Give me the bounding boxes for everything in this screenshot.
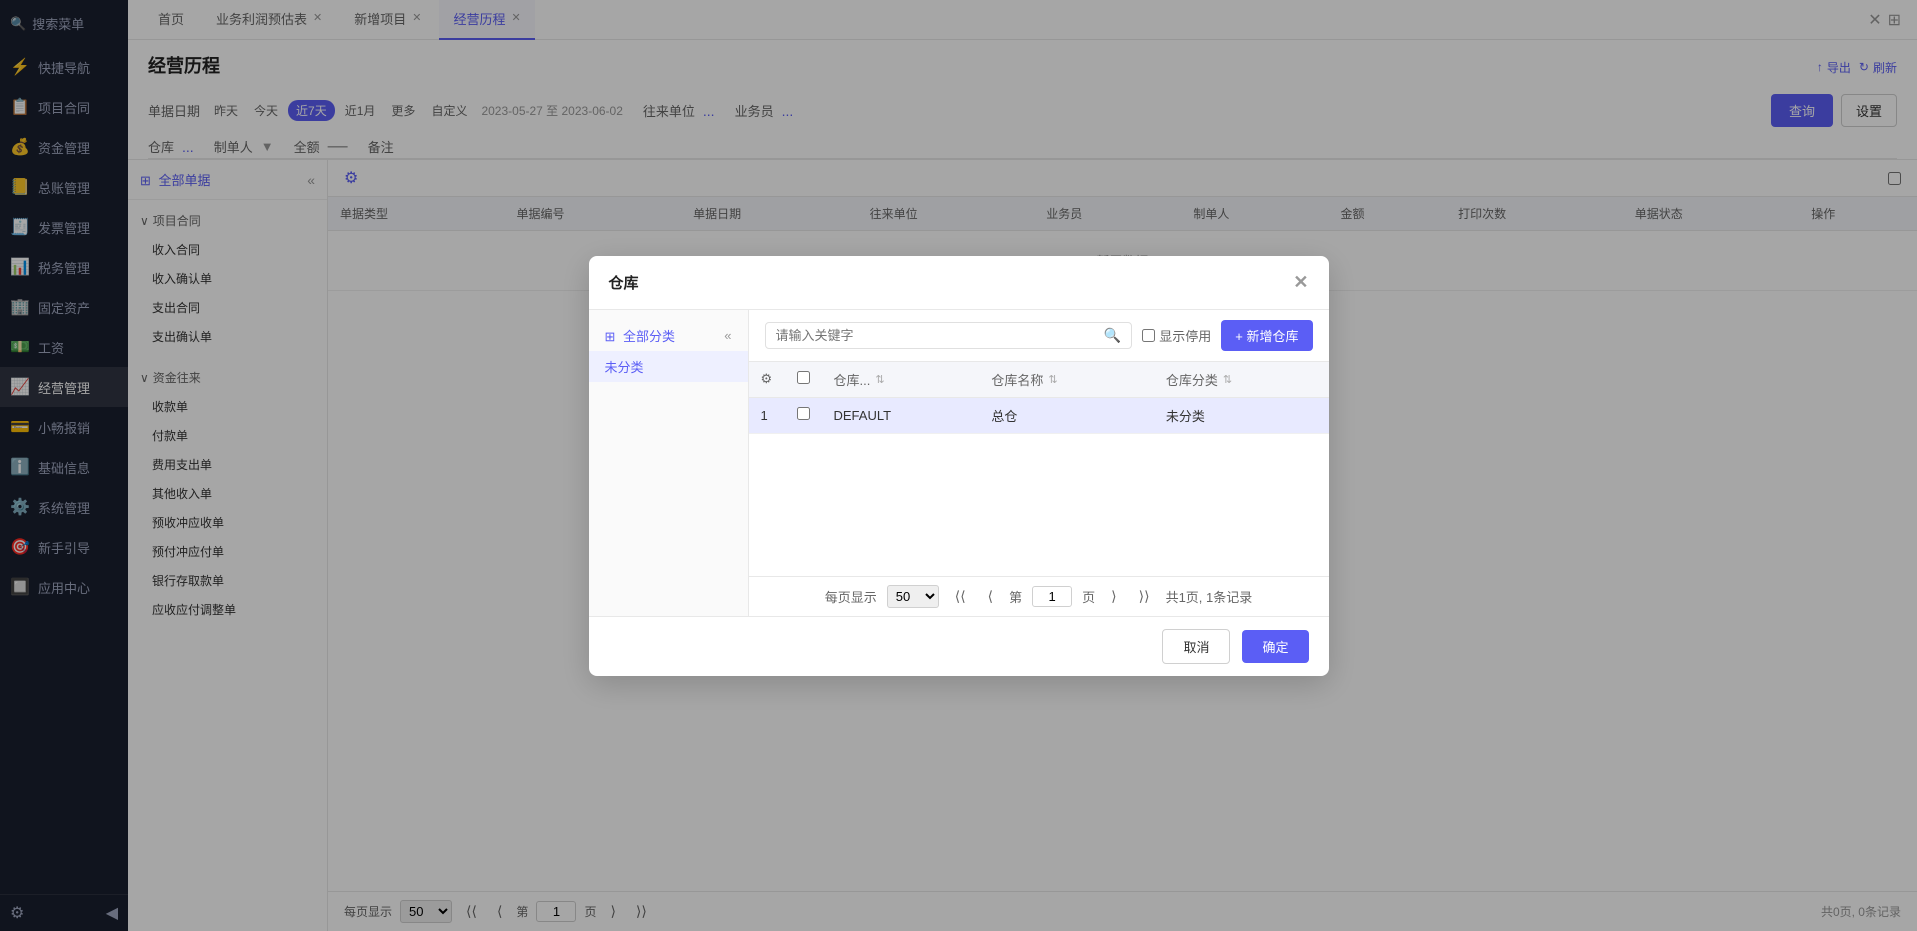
- modal-first-btn[interactable]: ⟨⟨: [949, 586, 972, 607]
- modal-row-checkbox[interactable]: [785, 397, 822, 433]
- modal-prev-btn[interactable]: ⟨: [982, 586, 999, 607]
- modal-th-name[interactable]: 仓库名称 ⇅: [979, 362, 1154, 398]
- th-name-sort[interactable]: 仓库名称 ⇅: [991, 370, 1142, 389]
- modal-left-header[interactable]: ⊞ 全部分类 «: [589, 320, 748, 351]
- th-settings-icon[interactable]: ⚙: [761, 371, 773, 386]
- modal-row-category: 未分类: [1154, 397, 1329, 433]
- modal-left-toggle[interactable]: «: [724, 328, 731, 343]
- modal-select-all[interactable]: [797, 371, 810, 384]
- warehouse-modal: 仓库 ✕ ⊞ 全部分类 « 未分类: [589, 256, 1329, 676]
- modal-next-btn[interactable]: ⟩: [1105, 586, 1122, 607]
- modal-search-input[interactable]: [776, 328, 1098, 343]
- modal-title: 仓库: [609, 272, 639, 293]
- modal-body: ⊞ 全部分类 « 未分类 🔍 显: [589, 310, 1329, 616]
- modal-close-button[interactable]: ✕: [1293, 273, 1308, 291]
- modal-search-wrap[interactable]: 🔍: [765, 322, 1133, 349]
- modal-row-id: 1: [749, 397, 785, 433]
- modal-total-text: 共1页, 1条记录: [1166, 587, 1253, 606]
- modal-row-code: DEFAULT: [822, 397, 980, 433]
- modal-overlay[interactable]: 仓库 ✕ ⊞ 全部分类 « 未分类: [0, 0, 1917, 931]
- modal-row-name: 总仓: [979, 397, 1154, 433]
- th-code-sort[interactable]: 仓库... ⇅: [834, 370, 968, 389]
- modal-category-uncategorized[interactable]: 未分类: [589, 351, 748, 382]
- add-warehouse-button[interactable]: + 新增仓库: [1221, 320, 1312, 351]
- modal-right-panel: 🔍 显示停用 + 新增仓库 ⚙: [749, 310, 1329, 616]
- modal-all-categories-label: ⊞ 全部分类: [605, 326, 676, 345]
- modal-table-row[interactable]: 1 DEFAULT 总仓 未分类: [749, 397, 1329, 433]
- modal-th-settings: ⚙: [749, 362, 785, 398]
- modal-search-icon: 🔍: [1104, 327, 1121, 344]
- cancel-button[interactable]: 取消: [1162, 629, 1230, 664]
- modal-th-checkbox: [785, 362, 822, 398]
- modal-toolbar: 🔍 显示停用 + 新增仓库: [749, 310, 1329, 362]
- modal-last-btn[interactable]: ⟩⟩: [1133, 586, 1156, 607]
- modal-per-page-select[interactable]: 50 100: [887, 585, 939, 608]
- modal-page-input[interactable]: [1032, 586, 1072, 607]
- modal-th-category[interactable]: 仓库分类 ⇅: [1154, 362, 1329, 398]
- modal-th-code[interactable]: 仓库... ⇅: [822, 362, 980, 398]
- modal-warehouse-table: ⚙ 仓库... ⇅: [749, 362, 1329, 434]
- modal-row-select[interactable]: [797, 407, 810, 420]
- show-disabled-label[interactable]: 显示停用: [1142, 326, 1211, 345]
- modal-header: 仓库 ✕: [589, 256, 1329, 310]
- modal-table-wrap: ⚙ 仓库... ⇅: [749, 362, 1329, 576]
- confirm-button[interactable]: 确定: [1242, 630, 1308, 663]
- modal-pagination: 每页显示 50 100 ⟨⟨ ⟨ 第 页 ⟩ ⟩⟩ 共1页, 1条记录: [749, 576, 1329, 616]
- th-category-sort[interactable]: 仓库分类 ⇅: [1166, 370, 1317, 389]
- modal-footer: 取消 确定: [589, 616, 1329, 676]
- modal-left-panel: ⊞ 全部分类 « 未分类: [589, 310, 749, 616]
- modal-category-list: 未分类: [589, 351, 748, 382]
- show-disabled-checkbox[interactable]: [1142, 329, 1155, 342]
